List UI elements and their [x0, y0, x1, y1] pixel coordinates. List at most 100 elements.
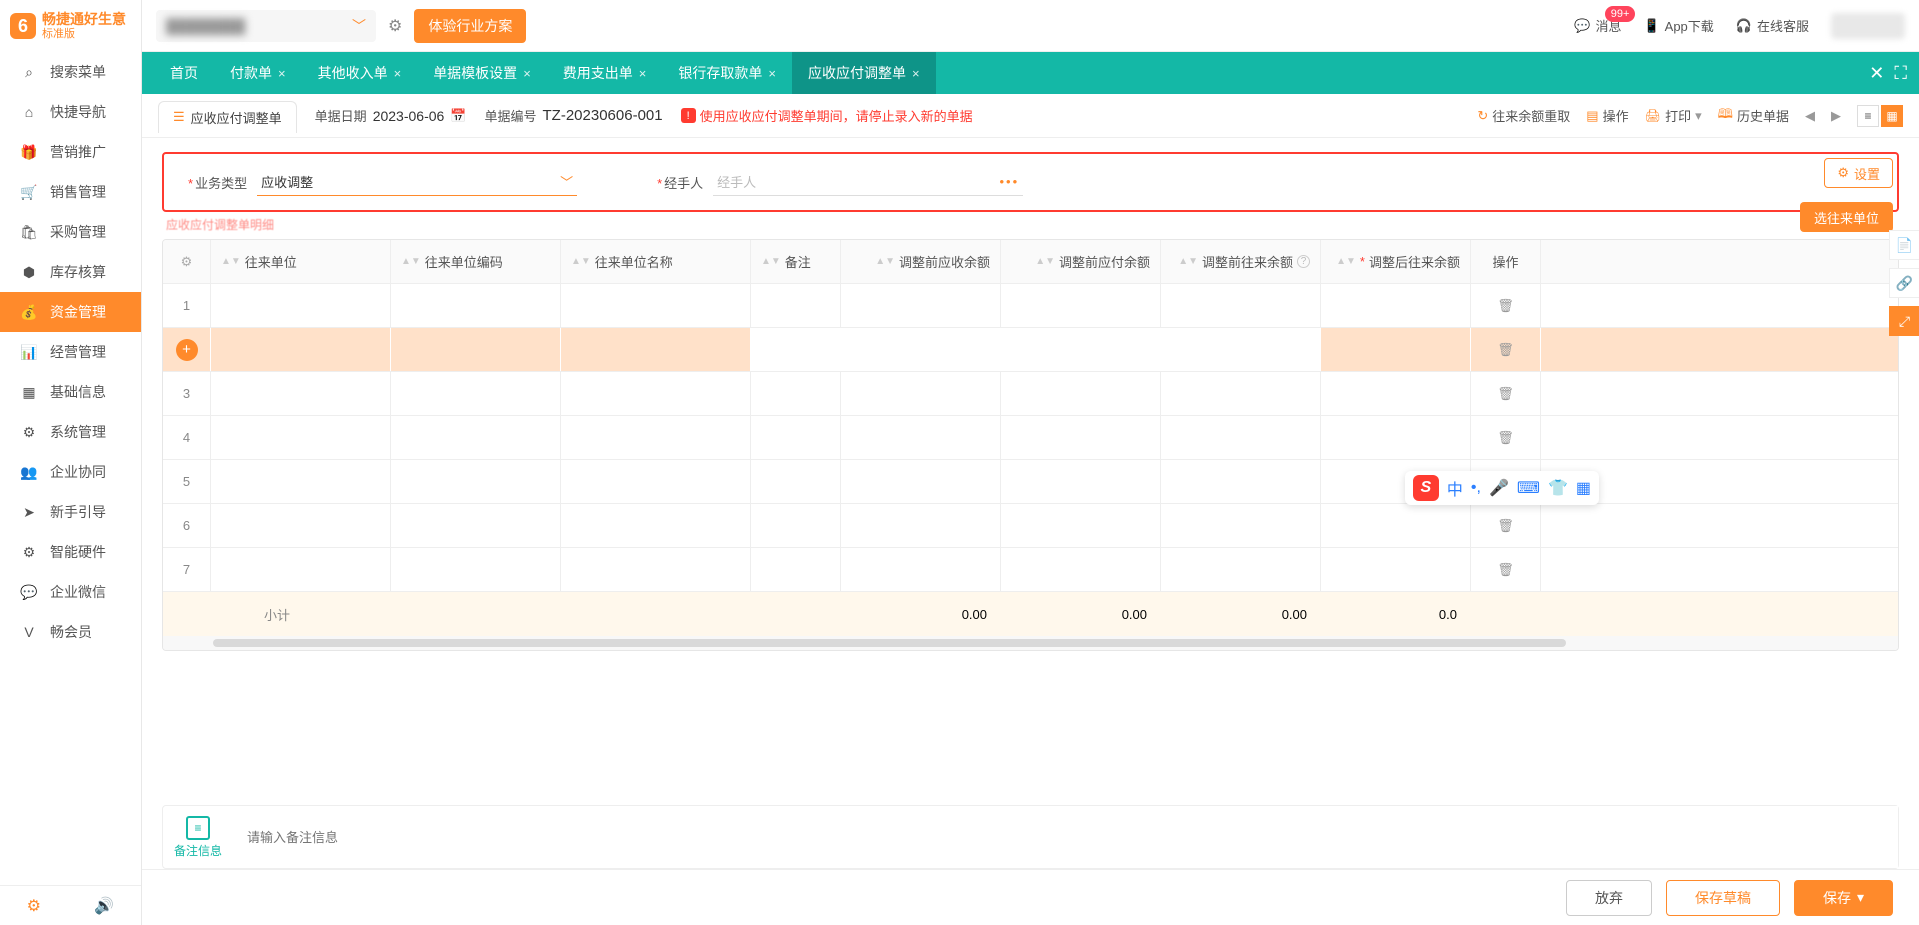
col-unit[interactable]: ▲▼往来单位: [211, 240, 391, 283]
history-link[interactable]: 🕮历史单据: [1718, 105, 1789, 127]
sound-icon[interactable]: 🔊: [94, 896, 114, 916]
sidebar-item-12[interactable]: ⚙智能硬件: [0, 532, 141, 572]
prev-doc-icon[interactable]: ◀: [1805, 108, 1815, 124]
table-row[interactable]: 5🗑: [163, 460, 1898, 504]
delete-row-button[interactable]: 🗑: [1471, 548, 1541, 591]
table-row[interactable]: 7🗑: [163, 548, 1898, 592]
sidebar-item-8[interactable]: ▦基础信息: [0, 372, 141, 412]
select-unit-button[interactable]: 选往来单位: [1800, 202, 1893, 232]
table-row[interactable]: 3🗑: [163, 372, 1898, 416]
sidebar-bottom: ⚙ 🔊: [0, 885, 141, 925]
fullscreen-icon[interactable]: ⛶: [1894, 63, 1907, 84]
ime-skin-icon[interactable]: 👕: [1548, 478, 1568, 498]
col-unit-name[interactable]: ▲▼往来单位名称: [561, 240, 751, 283]
document-header: ☰ 应收应付调整单 单据日期 2023-06-06 📅 单据编号 TZ-2023…: [142, 94, 1919, 138]
discard-button[interactable]: 放弃: [1566, 880, 1652, 916]
close-icon[interactable]: ×: [278, 66, 286, 81]
ime-mic-icon[interactable]: 🎤: [1489, 478, 1509, 498]
delete-row-button[interactable]: 🗑: [1471, 416, 1541, 459]
doc-date: 单据日期 2023-06-06 📅: [315, 106, 467, 125]
sidebar-item-9[interactable]: ⚙系统管理: [0, 412, 141, 452]
help-icon[interactable]: ?: [1297, 255, 1310, 268]
business-type-select[interactable]: 应收调整 ﹀: [257, 168, 577, 196]
sidebar-item-1[interactable]: ⌂快捷导航: [0, 92, 141, 132]
tab-0[interactable]: 首页: [154, 52, 214, 94]
table-row[interactable]: 4🗑: [163, 416, 1898, 460]
sidebar-item-2[interactable]: 🎁营销推广: [0, 132, 141, 172]
remark-input[interactable]: [233, 806, 1898, 868]
next-doc-icon[interactable]: ▶: [1831, 108, 1841, 124]
app-download-link[interactable]: 📱 App下载: [1643, 16, 1713, 35]
tab-3[interactable]: 单据模板设置×: [417, 52, 547, 94]
settings-icon[interactable]: ⚙: [27, 896, 41, 916]
sidebar-item-0[interactable]: ⌕搜索菜单: [0, 52, 141, 92]
print-link[interactable]: 🖨打印▾: [1645, 106, 1702, 125]
horizontal-scrollbar[interactable]: [163, 636, 1898, 650]
org-selector[interactable]: ████████ ﹀: [156, 10, 376, 42]
table-row[interactable]: 1🗑: [163, 284, 1898, 328]
brand-logo: 6 畅捷通好生意 标准版: [0, 0, 141, 52]
attach-float-icon[interactable]: 🔗: [1889, 268, 1919, 298]
sidebar-item-6[interactable]: 💰资金管理: [0, 292, 141, 332]
operate-link[interactable]: ▤操作: [1586, 106, 1628, 125]
table-row[interactable]: 6🗑: [163, 504, 1898, 548]
calendar-icon[interactable]: 📅: [450, 108, 466, 124]
sidebar-item-11[interactable]: ➤新手引导: [0, 492, 141, 532]
close-icon[interactable]: ×: [394, 66, 402, 81]
close-all-tabs-icon[interactable]: ✕: [1869, 63, 1884, 84]
sidebar-item-7[interactable]: 📊经营管理: [0, 332, 141, 372]
tab-1[interactable]: 付款单×: [214, 52, 302, 94]
sidebar-item-3[interactable]: 🛒销售管理: [0, 172, 141, 212]
tab-4[interactable]: 费用支出单×: [547, 52, 663, 94]
ime-keyboard-icon[interactable]: ⌨: [1517, 478, 1540, 498]
tab-6[interactable]: 应收应付调整单×: [792, 52, 936, 94]
sidebar-item-14[interactable]: V畅会员: [0, 612, 141, 652]
sidebar-item-10[interactable]: 👥企业协同: [0, 452, 141, 492]
gear-icon[interactable]: ⚙: [181, 254, 193, 270]
delete-row-button[interactable]: 🗑: [1471, 328, 1541, 371]
delete-row-button[interactable]: 🗑: [1471, 504, 1541, 547]
messages-link[interactable]: 💬 消息 99+: [1574, 16, 1621, 35]
sidebar-item-5[interactable]: ⬢库存核算: [0, 252, 141, 292]
close-icon[interactable]: ×: [639, 66, 647, 81]
close-icon[interactable]: ×: [912, 66, 920, 81]
expand-float-icon[interactable]: ⤢: [1889, 306, 1919, 336]
right-float-tools: 📄 🔗 ⤢: [1889, 230, 1919, 336]
col-bal-after[interactable]: ▲▼*调整后往来余额: [1321, 240, 1471, 283]
col-bal-before[interactable]: ▲▼调整前往来余额?: [1161, 240, 1321, 283]
customer-service-link[interactable]: 🎧 在线客服: [1736, 16, 1809, 35]
col-pay-before[interactable]: ▲▼调整前应付余额: [1001, 240, 1161, 283]
sidebar-item-13[interactable]: 💬企业微信: [0, 572, 141, 612]
view-list-icon[interactable]: ≡: [1857, 105, 1879, 127]
try-industry-button[interactable]: 体验行业方案: [414, 9, 526, 43]
delete-row-button[interactable]: 🗑: [1471, 284, 1541, 327]
ime-menu-icon[interactable]: ▦: [1576, 478, 1591, 498]
phone-icon: 📱: [1643, 18, 1659, 34]
close-icon[interactable]: ×: [768, 66, 776, 81]
note-float-icon[interactable]: 📄: [1889, 230, 1919, 260]
close-icon[interactable]: ×: [523, 66, 531, 81]
col-recv-before[interactable]: ▲▼调整前应收余额: [841, 240, 1001, 283]
doc-number: 单据编号 TZ-20230606-001: [485, 106, 663, 125]
tab-5[interactable]: 银行存取款单×: [662, 52, 792, 94]
col-unit-code[interactable]: ▲▼往来单位编码: [391, 240, 561, 283]
refetch-balance-link[interactable]: ↻往来余额重取: [1477, 106, 1570, 125]
user-avatar[interactable]: [1831, 13, 1905, 39]
team-icon: 👥: [20, 463, 38, 481]
tab-2[interactable]: 其他收入单×: [302, 52, 418, 94]
save-draft-button[interactable]: 保存草稿: [1666, 880, 1780, 916]
add-row-button[interactable]: +: [176, 339, 198, 361]
hw-icon: ⚙: [20, 543, 38, 561]
more-icon[interactable]: •••: [1000, 174, 1020, 189]
col-remark[interactable]: ▲▼备注: [751, 240, 841, 283]
gear-icon[interactable]: ⚙: [388, 16, 402, 36]
sidebar-item-4[interactable]: 🛍采购管理: [0, 212, 141, 252]
view-card-icon[interactable]: ▦: [1881, 105, 1903, 127]
delete-row-button[interactable]: 🗑: [1471, 372, 1541, 415]
save-button[interactable]: 保存▾: [1794, 880, 1893, 916]
table-row[interactable]: +🗑: [163, 328, 1898, 372]
handler-input[interactable]: 经手人 •••: [713, 168, 1023, 196]
settings-button[interactable]: ⚙设置: [1824, 158, 1893, 188]
ime-lang-icon[interactable]: 中: [1447, 476, 1463, 500]
ime-punct-icon[interactable]: •,: [1471, 479, 1481, 497]
